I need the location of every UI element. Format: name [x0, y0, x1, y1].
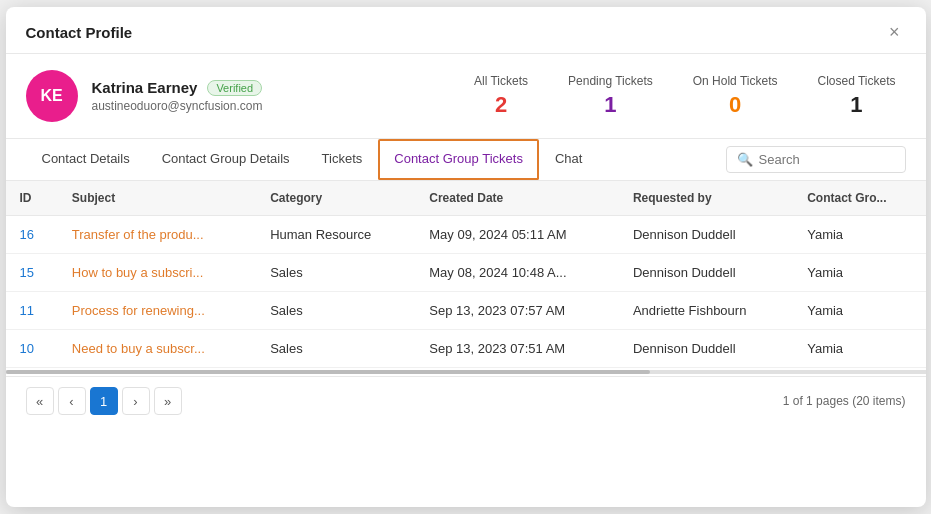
- stat-closed-tickets: Closed Tickets 1: [817, 74, 895, 118]
- page-info: 1 of 1 pages (20 items): [783, 394, 906, 408]
- current-page-button[interactable]: 1: [90, 387, 118, 415]
- close-button[interactable]: ×: [883, 21, 906, 43]
- cell-requested-by: Dennison Duddell: [619, 330, 793, 368]
- verified-badge: Verified: [207, 80, 262, 96]
- cell-requested-by: Dennison Duddell: [619, 216, 793, 254]
- search-icon: 🔍: [737, 152, 753, 167]
- cell-contact-group: Yamia: [793, 254, 925, 292]
- cell-created-date: May 08, 2024 10:48 A...: [415, 254, 619, 292]
- prev-page-button[interactable]: ‹: [58, 387, 86, 415]
- stat-all-tickets: All Tickets 2: [474, 74, 528, 118]
- modal-header: Contact Profile ×: [6, 7, 926, 54]
- cell-created-date: May 09, 2024 05:11 AM: [415, 216, 619, 254]
- cell-contact-group: Yamia: [793, 216, 925, 254]
- horizontal-scrollbar-track[interactable]: [6, 370, 926, 374]
- cell-id[interactable]: 11: [6, 292, 58, 330]
- stat-pending-tickets: Pending Tickets 1: [568, 74, 653, 118]
- modal-title: Contact Profile: [26, 24, 133, 41]
- col-created-date: Created Date: [415, 181, 619, 216]
- stat-onhold-tickets: On Hold Tickets 0: [693, 74, 778, 118]
- tab-contact-group-details[interactable]: Contact Group Details: [146, 139, 306, 180]
- tab-chat[interactable]: Chat: [539, 139, 598, 180]
- cell-category: Sales: [256, 330, 415, 368]
- ticket-stats: All Tickets 2 Pending Tickets 1 On Hold …: [474, 74, 905, 118]
- table-row: 11 Process for renewing... Sales Sep 13,…: [6, 292, 926, 330]
- contact-profile-modal: Contact Profile × KE Katrina Earney Veri…: [6, 7, 926, 507]
- first-page-button[interactable]: «: [26, 387, 54, 415]
- cell-created-date: Sep 13, 2023 07:51 AM: [415, 330, 619, 368]
- table-row: 10 Need to buy a subscr... Sales Sep 13,…: [6, 330, 926, 368]
- tab-contact-details[interactable]: Contact Details: [26, 139, 146, 180]
- search-box: 🔍: [726, 146, 906, 173]
- col-category: Category: [256, 181, 415, 216]
- pagination: « ‹ 1 › » 1 of 1 pages (20 items): [6, 376, 926, 425]
- cell-category: Sales: [256, 292, 415, 330]
- cell-requested-by: Dennison Duddell: [619, 254, 793, 292]
- avatar: KE: [26, 70, 78, 122]
- cell-id[interactable]: 15: [6, 254, 58, 292]
- col-contact-group: Contact Gro...: [793, 181, 925, 216]
- profile-name: Katrina Earney: [92, 79, 198, 96]
- stat-pending-tickets-value: 1: [568, 92, 653, 118]
- tab-tickets[interactable]: Tickets: [306, 139, 379, 180]
- col-subject: Subject: [58, 181, 256, 216]
- cell-subject[interactable]: How to buy a subscri...: [58, 254, 256, 292]
- cell-id[interactable]: 16: [6, 216, 58, 254]
- profile-section: KE Katrina Earney Verified austineoduoro…: [6, 54, 926, 139]
- search-input[interactable]: [759, 152, 895, 167]
- stat-onhold-tickets-label: On Hold Tickets: [693, 74, 778, 88]
- stat-pending-tickets-label: Pending Tickets: [568, 74, 653, 88]
- profile-email: austineoduoro@syncfusion.com: [92, 99, 475, 113]
- next-page-button[interactable]: ›: [122, 387, 150, 415]
- cell-id[interactable]: 10: [6, 330, 58, 368]
- col-id: ID: [6, 181, 58, 216]
- table-row: 15 How to buy a subscri... Sales May 08,…: [6, 254, 926, 292]
- cell-requested-by: Andriette Fishbourn: [619, 292, 793, 330]
- tabs-row: Contact Details Contact Group Details Ti…: [6, 139, 926, 181]
- stat-closed-tickets-label: Closed Tickets: [817, 74, 895, 88]
- horizontal-scrollbar-thumb[interactable]: [6, 370, 650, 374]
- cell-subject[interactable]: Process for renewing...: [58, 292, 256, 330]
- cell-contact-group: Yamia: [793, 292, 925, 330]
- stat-all-tickets-label: All Tickets: [474, 74, 528, 88]
- cell-contact-group: Yamia: [793, 330, 925, 368]
- profile-info: Katrina Earney Verified austineoduoro@sy…: [92, 79, 475, 113]
- tab-contact-group-tickets[interactable]: Contact Group Tickets: [378, 139, 539, 180]
- stat-all-tickets-value: 2: [474, 92, 528, 118]
- stat-closed-tickets-value: 1: [817, 92, 895, 118]
- table-container: ID Subject Category Created Date Request…: [6, 181, 926, 376]
- last-page-button[interactable]: »: [154, 387, 182, 415]
- cell-category: Human Resource: [256, 216, 415, 254]
- table-row: 16 Transfer of the produ... Human Resour…: [6, 216, 926, 254]
- col-requested-by: Requested by: [619, 181, 793, 216]
- page-controls: « ‹ 1 › »: [26, 387, 182, 415]
- cell-category: Sales: [256, 254, 415, 292]
- profile-name-row: Katrina Earney Verified: [92, 79, 475, 96]
- cell-subject[interactable]: Need to buy a subscr...: [58, 330, 256, 368]
- tickets-table: ID Subject Category Created Date Request…: [6, 181, 926, 368]
- table-header-row: ID Subject Category Created Date Request…: [6, 181, 926, 216]
- stat-onhold-tickets-value: 0: [693, 92, 778, 118]
- cell-subject[interactable]: Transfer of the produ...: [58, 216, 256, 254]
- cell-created-date: Sep 13, 2023 07:57 AM: [415, 292, 619, 330]
